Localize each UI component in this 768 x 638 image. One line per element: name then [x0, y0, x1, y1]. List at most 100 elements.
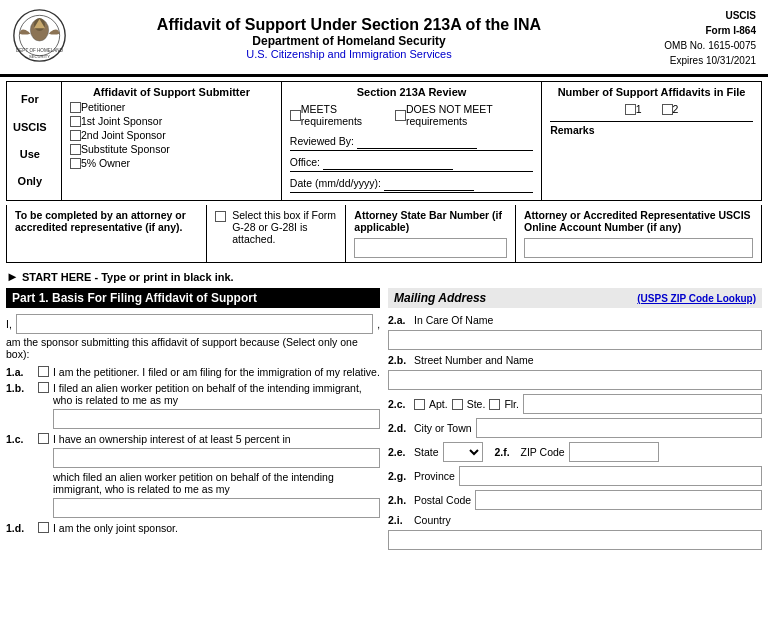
joint-sponsor-1-option: 1st Joint Sponsor [70, 115, 273, 127]
office-field: Office: [290, 154, 533, 172]
addr-2g-row: 2.g. Province [388, 466, 762, 486]
joint-sponsor-2-option: 2nd Joint Sponsor [70, 129, 273, 141]
petitioner-option: Petitioner [70, 101, 273, 113]
apt-ste-flr-input[interactable] [523, 394, 762, 414]
mailing-title: Mailing Address [394, 291, 486, 305]
substitute-sponsor-option: Substitute Sponsor [70, 143, 273, 155]
remarks-content [550, 136, 753, 176]
start-here-text: START HERE - Type or print in black ink. [22, 271, 234, 283]
bar-number-title: Attorney State Bar Number (if applicable… [354, 209, 507, 233]
addr-2a-row: 2.a. In Care Of Name [388, 314, 762, 326]
svg-text:SECURITY: SECURITY [29, 54, 50, 59]
dept-name: Department of Homeland Security [72, 34, 626, 48]
online-account-input[interactable] [524, 238, 753, 258]
expiry-date: Expires 10/31/2021 [626, 53, 756, 68]
sponsor-name-section: I, , am the sponsor submitting this affi… [6, 314, 380, 360]
zip-code-input[interactable] [569, 442, 659, 462]
remarks-section: Remarks [550, 121, 753, 176]
ste-checkbox[interactable] [452, 399, 463, 410]
reviewed-by-field: Reviewed By: [290, 133, 533, 151]
num-1-option: 1 [625, 103, 642, 115]
does-not-meet-option: DOES NOT MEET requirements [395, 103, 533, 127]
attorney-box: To be completed by an attorney or accred… [6, 205, 762, 263]
date-input[interactable] [384, 175, 474, 191]
i-name-row: I, , [6, 314, 380, 334]
addr-2d-row: 2.d. City or Town [388, 418, 762, 438]
usps-link[interactable]: (USPS ZIP Code Lookup) [637, 293, 756, 304]
num-2-checkbox[interactable] [662, 104, 673, 115]
remarks-title: Remarks [550, 124, 753, 136]
num-affidavits-title: Number of Support Affidavits in File [550, 86, 753, 98]
care-of-name-input[interactable] [388, 330, 762, 350]
option-1d-checkbox[interactable] [38, 522, 49, 533]
eagle-icon: DEPT OF HOMELAND SECURITY [12, 8, 67, 63]
page-header: DEPT OF HOMELAND SECURITY Affidavit of S… [0, 0, 768, 77]
addr-2e-2f-row: 2.e. State 2.f. ZIP Code [388, 442, 762, 462]
g28-checkbox[interactable] [215, 211, 226, 222]
meets-row: MEETS requirements DOES NOT MEET require… [290, 101, 533, 129]
main-content: Part 1. Basis For Filing Affidavit of Su… [6, 288, 762, 550]
num-2-option: 2 [662, 103, 679, 115]
num-1-checkbox[interactable] [625, 104, 636, 115]
sponsor-name-input[interactable] [16, 314, 373, 334]
agency-logo: DEPT OF HOMELAND SECURITY [12, 8, 72, 68]
num-options-row: 1 2 [550, 101, 753, 117]
option-1c-org-input[interactable] [53, 448, 380, 468]
reviewed-by-input[interactable] [357, 133, 477, 149]
option-1b-row: 1.b. I filed an alien worker petition on… [6, 382, 380, 429]
online-account-title: Attorney or Accredited Representative US… [524, 209, 753, 233]
mailing-header: Mailing Address (USPS ZIP Code Lookup) [388, 288, 762, 308]
street-number-input[interactable] [388, 370, 762, 390]
does-not-meet-checkbox[interactable] [395, 110, 406, 121]
petitioner-checkbox[interactable] [70, 102, 81, 113]
five-pct-checkbox[interactable] [70, 158, 81, 169]
postal-code-input[interactable] [475, 490, 762, 510]
submitter-column: Affidavit of Support Submitter Petitione… [62, 82, 282, 200]
option-1c-row: 1.c. I have an ownership interest of at … [6, 433, 380, 518]
flr-checkbox[interactable] [489, 399, 500, 410]
section-213a-title: Section 213A Review [290, 86, 533, 98]
joint-sponsor-2-checkbox[interactable] [70, 130, 81, 141]
online-account-section: Attorney or Accredited Representative US… [516, 205, 761, 262]
submitter-title: Affidavit of Support Submitter [70, 86, 273, 98]
province-input[interactable] [459, 466, 762, 486]
option-1c-checkbox[interactable] [38, 433, 49, 444]
part1-header: Part 1. Basis For Filing Affidavit of Su… [6, 288, 380, 308]
form-id-label: Form I-864 [626, 23, 756, 38]
substitute-sponsor-checkbox[interactable] [70, 144, 81, 155]
office-input[interactable] [323, 154, 453, 170]
country-input[interactable] [388, 530, 762, 550]
section-213a-column: Section 213A Review MEETS requirements D… [282, 82, 542, 200]
uscis-for-label: For USCIS Use Only [7, 82, 62, 200]
left-column: Part 1. Basis For Filing Affidavit of Su… [6, 288, 380, 550]
intro-text: am the sponsor submitting this affidavit… [6, 336, 380, 360]
agency-name: U.S. Citizenship and Immigration Service… [72, 48, 626, 60]
date-field: Date (mm/dd/yyyy): [290, 175, 533, 193]
header-title-block: Affidavit of Support Under Section 213A … [72, 16, 626, 60]
option-1d-row: 1.d. I am the only joint sponsor. [6, 522, 380, 534]
city-town-input[interactable] [476, 418, 762, 438]
option-1b-input[interactable] [53, 409, 380, 429]
arrow-icon: ► [6, 269, 19, 284]
option-1b-checkbox[interactable] [38, 382, 49, 393]
bar-number-input[interactable] [354, 238, 507, 258]
addr-2c-row: 2.c. Apt. Ste. Flr. [388, 394, 762, 414]
addr-2h-row: 2.h. Postal Code [388, 490, 762, 510]
omb-number: OMB No. 1615-0075 [626, 38, 756, 53]
meets-checkbox[interactable] [290, 110, 301, 121]
option-1c-relation-input[interactable] [53, 498, 380, 518]
num-affidavits-column: Number of Support Affidavits in File 1 2… [542, 82, 761, 200]
agency-label: USCIS [626, 8, 756, 23]
apt-checkbox[interactable] [414, 399, 425, 410]
bar-number-section: Attorney State Bar Number (if applicable… [346, 205, 516, 262]
state-select[interactable] [443, 442, 483, 462]
start-here-line: ► START HERE - Type or print in black in… [6, 269, 762, 284]
right-column: Mailing Address (USPS ZIP Code Lookup) 2… [388, 288, 762, 550]
form-info: USCIS Form I-864 OMB No. 1615-0075 Expir… [626, 8, 756, 68]
option-1a-checkbox[interactable] [38, 366, 49, 377]
meets-option: MEETS requirements [290, 103, 385, 127]
addr-2i-row: 2.i. Country [388, 514, 762, 526]
addr-2b-row: 2.b. Street Number and Name [388, 354, 762, 366]
five-pct-owner-option: 5% Owner [70, 157, 273, 169]
joint-sponsor-1-checkbox[interactable] [70, 116, 81, 127]
